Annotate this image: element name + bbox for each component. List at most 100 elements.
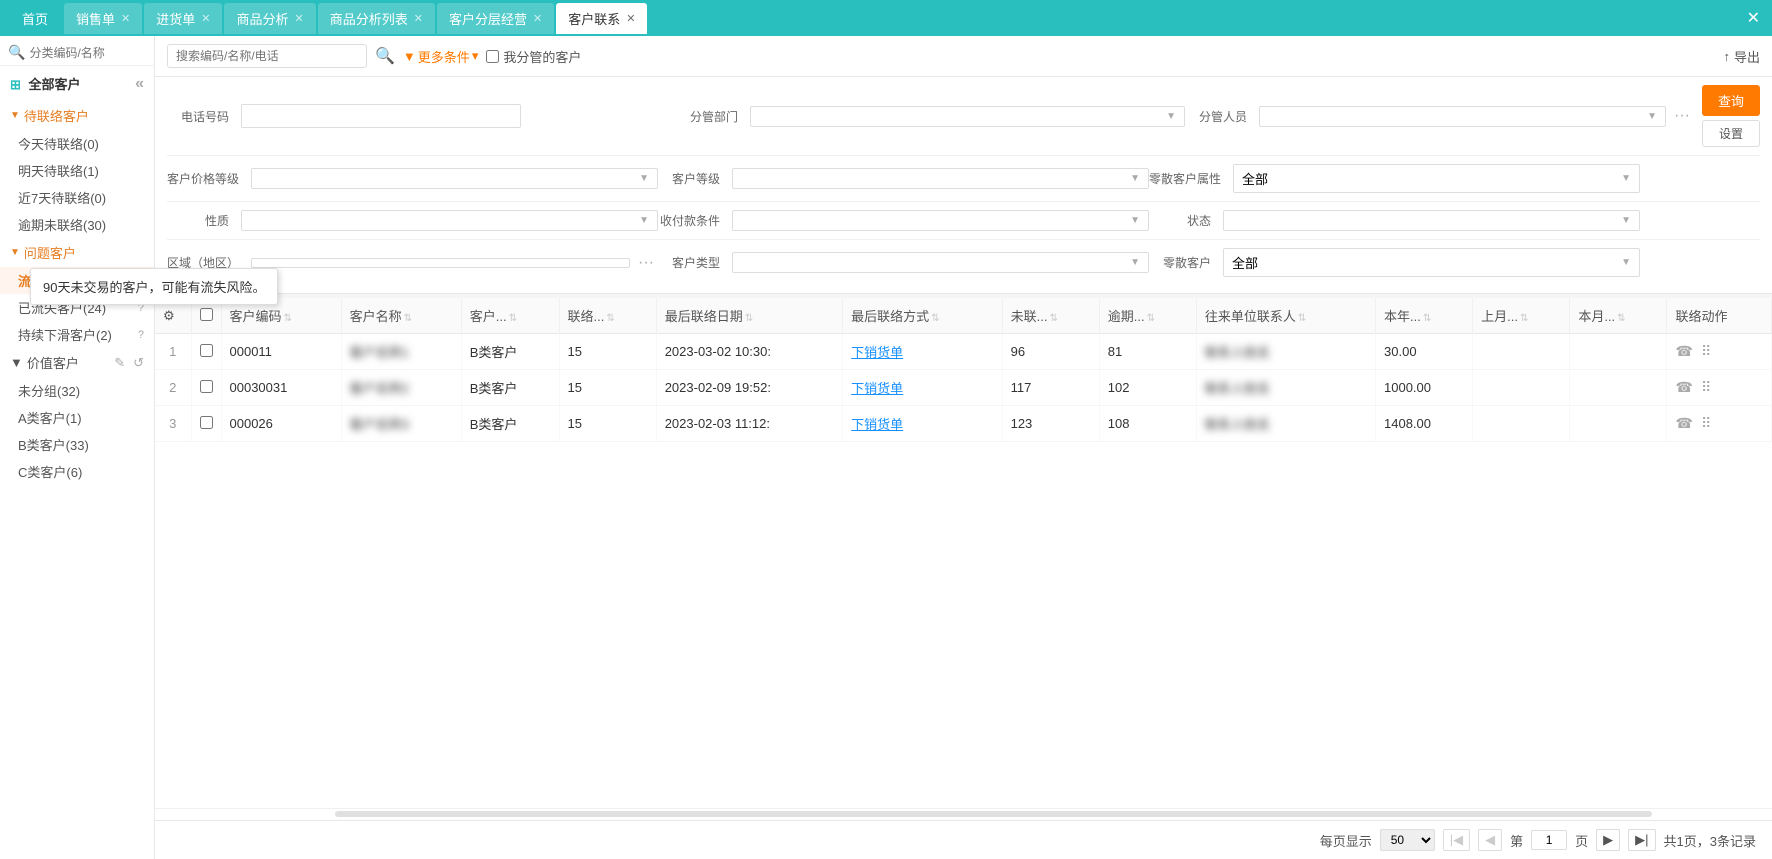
window-close-btn[interactable]: ✕ bbox=[1747, 8, 1760, 28]
page-first-btn[interactable]: |◀ bbox=[1443, 829, 1470, 851]
col-type[interactable]: 客户...⇅ bbox=[461, 298, 559, 334]
tab-product-analysis[interactable]: 商品分析 ✕ bbox=[224, 3, 315, 34]
select-all-checkbox[interactable] bbox=[200, 308, 213, 321]
export-button[interactable]: ↑ 导出 bbox=[1723, 47, 1760, 66]
value-group-edit-icon[interactable]: ✎ bbox=[114, 355, 125, 371]
col-this-year[interactable]: 本年...⇅ bbox=[1376, 298, 1473, 334]
sidebar-search-input[interactable] bbox=[29, 46, 146, 60]
sort-this-year[interactable]: ⇅ bbox=[1423, 313, 1431, 324]
tab-close-product-analysis[interactable]: ✕ bbox=[295, 12, 304, 25]
region-more-dots[interactable]: ··· bbox=[634, 254, 658, 272]
col-contact[interactable]: 联络...⇅ bbox=[559, 298, 656, 334]
person-more-dots[interactable]: ··· bbox=[1670, 107, 1694, 125]
query-button[interactable]: 查询 bbox=[1702, 85, 1760, 116]
customer-level-select[interactable]: ▼ bbox=[732, 168, 1149, 189]
value-group-refresh-icon[interactable]: ↺ bbox=[133, 355, 144, 371]
more-conditions-button[interactable]: ▼ 更多条件 ▾ bbox=[403, 47, 478, 66]
zero-retail-select[interactable]: 全部 ▼ bbox=[1233, 164, 1640, 193]
row-checkbox-0[interactable] bbox=[191, 334, 221, 370]
sidebar-item-b-class[interactable]: B类客户(33) bbox=[0, 431, 154, 458]
page-prev-btn[interactable]: ◀ bbox=[1478, 829, 1502, 851]
row-checkbox-1[interactable] bbox=[191, 370, 221, 406]
col-this-month[interactable]: 本月...⇅ bbox=[1570, 298, 1667, 334]
my-customers-checkbox[interactable] bbox=[486, 50, 499, 63]
tab-product-analysis-list[interactable]: 商品分析列表 ✕ bbox=[318, 3, 435, 34]
tab-home[interactable]: 首页 bbox=[8, 3, 62, 34]
sort-not-contacted[interactable]: ⇅ bbox=[1049, 313, 1057, 324]
sidebar-group-pending[interactable]: ▼ 待联络客户 bbox=[0, 101, 154, 130]
status-select[interactable]: ▼ bbox=[1223, 210, 1640, 231]
tab-close-purchase[interactable]: ✕ bbox=[201, 12, 210, 25]
col-company-contact[interactable]: 往来单位联系人⇅ bbox=[1196, 298, 1375, 334]
tab-close-customer-contact[interactable]: ✕ bbox=[626, 12, 635, 25]
sort-last-date[interactable]: ⇅ bbox=[745, 313, 753, 324]
action-more-icon-0[interactable]: ⠿ bbox=[1701, 343, 1711, 360]
payment-select[interactable]: ▼ bbox=[732, 210, 1149, 231]
sidebar-collapse-btn[interactable]: « bbox=[135, 75, 144, 93]
phone-input[interactable] bbox=[241, 104, 521, 128]
sort-last-month[interactable]: ⇅ bbox=[1520, 313, 1528, 324]
sort-name[interactable]: ⇅ bbox=[404, 313, 412, 324]
scrollbar-thumb[interactable] bbox=[335, 811, 1652, 817]
action-contact-icon-0[interactable]: ☎ bbox=[1675, 343, 1692, 360]
tab-customer-contact[interactable]: 客户联系 ✕ bbox=[556, 3, 647, 34]
per-page-select[interactable]: 50 20 100 bbox=[1380, 829, 1435, 851]
sort-company-contact[interactable]: ⇅ bbox=[1298, 313, 1306, 324]
sidebar-item-overdue[interactable]: 逾期未联络(30) bbox=[0, 211, 154, 238]
sort-last-method[interactable]: ⇅ bbox=[931, 313, 939, 324]
zero-customer-select[interactable]: 全部 ▼ bbox=[1223, 248, 1640, 277]
tab-close-sales[interactable]: ✕ bbox=[121, 12, 130, 25]
sort-this-month[interactable]: ⇅ bbox=[1617, 313, 1625, 324]
sidebar-item-a-class[interactable]: A类客户(1) bbox=[0, 404, 154, 431]
page-next-btn[interactable]: ▶ bbox=[1596, 829, 1620, 851]
page-input[interactable] bbox=[1531, 830, 1567, 850]
col-name[interactable]: 客户名称⇅ bbox=[341, 298, 461, 334]
action-contact-icon-1[interactable]: ☎ bbox=[1675, 379, 1692, 396]
customer-type-select[interactable]: ▼ bbox=[732, 252, 1149, 273]
action-contact-icon-2[interactable]: ☎ bbox=[1675, 415, 1692, 432]
row-checkbox-2[interactable] bbox=[191, 406, 221, 442]
tab-purchase[interactable]: 进货单 ✕ bbox=[144, 3, 222, 34]
row-last-method-2[interactable]: 下销货单 bbox=[843, 406, 1002, 442]
search-button[interactable]: 🔍 bbox=[375, 46, 395, 66]
dept-select[interactable]: ▼ bbox=[750, 106, 1185, 127]
settings-button[interactable]: 设置 bbox=[1702, 120, 1760, 147]
table-footer: 每页显示 50 20 100 |◀ ◀ 第 页 ▶ ▶| 共1页，3条记录 bbox=[155, 820, 1772, 859]
action-more-icon-2[interactable]: ⠿ bbox=[1701, 415, 1711, 432]
region-select[interactable] bbox=[251, 258, 630, 268]
col-overdue[interactable]: 逾期...⇅ bbox=[1099, 298, 1196, 334]
sidebar-item-7days[interactable]: 近7天待联络(0) bbox=[0, 184, 154, 211]
col-last-contact-method[interactable]: 最后联络方式⇅ bbox=[843, 298, 1002, 334]
col-last-contact-date[interactable]: 最后联络日期⇅ bbox=[656, 298, 842, 334]
sidebar-item-declining[interactable]: 持续下滑客户(2) ? bbox=[0, 321, 154, 348]
sort-code[interactable]: ⇅ bbox=[284, 313, 292, 324]
row-last-method-0[interactable]: 下销货单 bbox=[843, 334, 1002, 370]
help-icon-declining[interactable]: ? bbox=[138, 329, 144, 341]
sidebar-all-customers[interactable]: ⊞ 全部客户 « bbox=[0, 66, 154, 101]
sort-type[interactable]: ⇅ bbox=[509, 313, 517, 324]
sidebar-item-today[interactable]: 今天待联络(0) bbox=[0, 130, 154, 157]
tab-close-customer-layering[interactable]: ✕ bbox=[533, 12, 542, 25]
col-last-month[interactable]: 上月...⇅ bbox=[1473, 298, 1570, 334]
row-this-year-2: 1408.00 bbox=[1376, 406, 1473, 442]
page-last-btn[interactable]: ▶| bbox=[1628, 829, 1655, 851]
col-not-contacted[interactable]: 未联...⇅ bbox=[1002, 298, 1099, 334]
sidebar-item-ungrouped[interactable]: 未分组(32) bbox=[0, 377, 154, 404]
search-input[interactable] bbox=[167, 44, 367, 68]
action-more-icon-1[interactable]: ⠿ bbox=[1701, 379, 1711, 396]
tab-close-product-analysis-list[interactable]: ✕ bbox=[414, 12, 423, 25]
price-level-select[interactable]: ▼ bbox=[251, 168, 658, 189]
sidebar-group-value[interactable]: ▼ 价值客户 ✎ ↺ bbox=[0, 348, 154, 377]
horizontal-scrollbar[interactable] bbox=[155, 808, 1772, 820]
sidebar-item-tomorrow[interactable]: 明天待联络(1) bbox=[0, 157, 154, 184]
person-select[interactable]: ▼ bbox=[1259, 106, 1666, 127]
row-last-method-1[interactable]: 下销货单 bbox=[843, 370, 1002, 406]
sidebar-item-c-class[interactable]: C类客户(6) bbox=[0, 458, 154, 485]
tab-sales[interactable]: 销售单 ✕ bbox=[64, 3, 142, 34]
sort-overdue[interactable]: ⇅ bbox=[1147, 313, 1155, 324]
sidebar-group-problem[interactable]: ▼ 问题客户 bbox=[0, 238, 154, 267]
sort-contact[interactable]: ⇅ bbox=[606, 313, 614, 324]
gender-select[interactable]: ▼ bbox=[241, 210, 658, 231]
tab-customer-layering[interactable]: 客户分层经营 ✕ bbox=[437, 3, 554, 34]
grid-icon: ⊞ bbox=[10, 77, 21, 92]
